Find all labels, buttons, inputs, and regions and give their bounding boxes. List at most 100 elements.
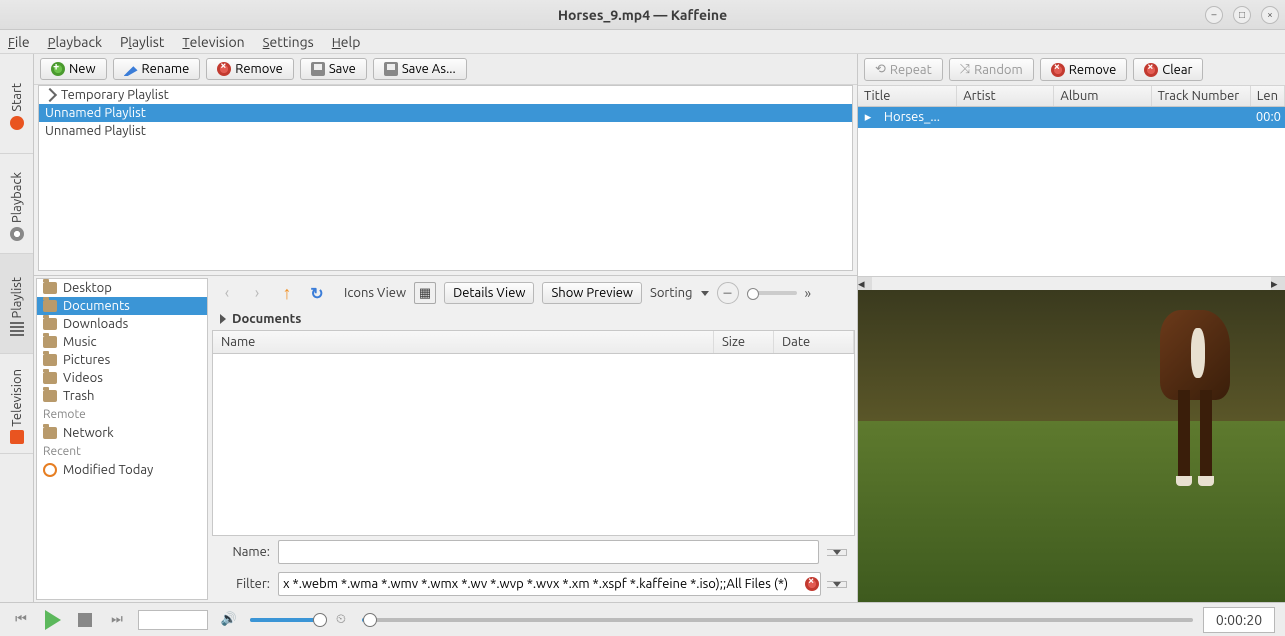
timer-button[interactable]: ⏲ <box>330 609 352 631</box>
playlist-row[interactable]: Unnamed Playlist <box>39 104 852 122</box>
filter-input[interactable] <box>278 572 821 596</box>
place-desktop[interactable]: Desktop <box>37 279 207 297</box>
up-arrow-icon: ↑ <box>283 283 292 304</box>
zoom-out-button[interactable]: － <box>717 282 739 304</box>
menu-playlist[interactable]: Playlist <box>120 34 164 50</box>
vtab-playback[interactable]: Playback <box>0 154 33 254</box>
menu-television[interactable]: Television <box>182 34 244 50</box>
icons-view-label[interactable]: Icons View <box>344 286 406 300</box>
clear-filter-icon[interactable] <box>805 577 819 591</box>
shuffle-icon: ⤨ <box>960 62 970 77</box>
sorting-button[interactable]: Sorting <box>650 286 693 300</box>
window-title: Horses_9.mp4 — Kaffeine <box>558 7 727 23</box>
breadcrumb[interactable]: Documents <box>212 308 855 330</box>
remove-track-button[interactable]: Remove <box>1040 58 1128 81</box>
maximize-button[interactable]: □ <box>1233 6 1251 24</box>
nav-back-button[interactable]: ‹ <box>216 282 238 304</box>
stop-icon <box>78 613 92 627</box>
chevron-down-icon <box>701 291 709 296</box>
col-title[interactable]: Title <box>858 86 957 106</box>
folder-icon <box>43 282 57 294</box>
remove-button[interactable]: Remove <box>206 58 294 80</box>
tv-icon <box>10 430 24 444</box>
playlist-row[interactable]: Unnamed Playlist <box>39 122 852 140</box>
menu-settings[interactable]: Settings <box>263 34 314 50</box>
plus-icon <box>51 62 65 76</box>
folder-icon <box>43 390 57 402</box>
track-table[interactable]: Title Artist Album Track Number Len ▸ Ho… <box>858 86 1285 290</box>
save-icon <box>384 62 398 76</box>
places-panel[interactable]: Desktop Documents Downloads Music Pictur… <box>36 278 208 600</box>
column-date[interactable]: Date <box>774 331 854 353</box>
place-modified-today[interactable]: Modified Today <box>37 461 207 479</box>
playlist-row[interactable]: Temporary Playlist <box>39 86 852 104</box>
volume-slider[interactable] <box>250 618 320 622</box>
playlist-list[interactable]: Temporary Playlist Unnamed Playlist Unna… <box>38 85 853 271</box>
video-preview <box>858 290 1285 602</box>
col-trackno[interactable]: Track Number <box>1152 86 1251 106</box>
pen-icon <box>124 62 138 76</box>
show-preview-button[interactable]: Show Preview <box>542 282 642 304</box>
place-pictures[interactable]: Pictures <box>37 351 207 369</box>
name-input[interactable] <box>278 540 819 564</box>
view-mode-icon[interactable]: ▦ <box>414 282 436 304</box>
nav-up-button[interactable]: ↑ <box>276 282 298 304</box>
col-artist[interactable]: Artist <box>957 86 1054 106</box>
place-videos[interactable]: Videos <box>37 369 207 387</box>
skip-forward-button[interactable]: ⏭ <box>106 609 128 631</box>
new-button[interactable]: New <box>40 58 107 80</box>
vtab-start[interactable]: Start <box>0 54 33 154</box>
volume-icon[interactable]: 🔊 <box>218 609 240 631</box>
place-downloads[interactable]: Downloads <box>37 315 207 333</box>
place-network[interactable]: Network <box>37 424 207 442</box>
play-button[interactable] <box>42 609 64 631</box>
player-bar: ⏮ ⏭ 🔊 ⏲ 0:00:20 <box>0 602 1285 636</box>
repeat-button[interactable]: ⟲Repeat <box>864 58 943 81</box>
column-name[interactable]: Name <box>213 331 714 353</box>
details-view-button[interactable]: Details View <box>444 282 534 304</box>
filter-dropdown[interactable] <box>827 581 847 588</box>
nav-reload-button[interactable]: ↻ <box>306 282 328 304</box>
save-as-button[interactable]: Save As... <box>373 58 467 80</box>
place-trash[interactable]: Trash <box>37 387 207 405</box>
rename-button[interactable]: Rename <box>113 58 201 80</box>
remove-icon <box>217 62 231 76</box>
place-documents[interactable]: Documents <box>37 297 207 315</box>
zoom-slider[interactable] <box>747 291 797 295</box>
col-length[interactable]: Len <box>1251 86 1285 106</box>
save-icon <box>311 62 325 76</box>
menu-help[interactable]: Help <box>332 34 361 50</box>
random-button[interactable]: ⤨Random <box>949 58 1034 81</box>
close-button[interactable]: × <box>1261 6 1279 24</box>
save-button[interactable]: Save <box>300 58 367 80</box>
menu-playback[interactable]: Playback <box>48 34 102 50</box>
play-icon <box>45 610 61 630</box>
table-row[interactable]: ▸ Horses_... 00:0 <box>858 107 1285 128</box>
minimize-button[interactable]: – <box>1205 6 1223 24</box>
vtab-television[interactable]: Television <box>0 354 33 454</box>
file-list[interactable]: Name Size Date <box>212 330 855 536</box>
nav-forward-button[interactable]: › <box>246 282 268 304</box>
skip-back-button[interactable]: ⏮ <box>10 609 32 631</box>
place-music[interactable]: Music <box>37 333 207 351</box>
remove-icon <box>1051 63 1065 77</box>
folder-icon <box>43 336 57 348</box>
aspect-selector[interactable] <box>138 610 208 630</box>
filter-label: Filter: <box>220 577 270 591</box>
horizontal-scrollbar[interactable]: ◂▸ <box>858 276 1285 290</box>
expand-icon[interactable]: » <box>805 285 812 301</box>
menu-file[interactable]: File <box>8 34 30 50</box>
name-dropdown[interactable] <box>827 549 847 556</box>
progress-slider[interactable] <box>362 618 1193 622</box>
time-display: 0:00:20 <box>1203 607 1275 633</box>
column-size[interactable]: Size <box>714 331 774 353</box>
disc-icon <box>10 227 24 241</box>
folder-icon <box>43 354 57 366</box>
folder-icon <box>43 318 57 330</box>
fileview-toolbar: ‹ › ↑ ↻ Icons View ▦ Details View Show P… <box>212 278 855 308</box>
stop-button[interactable] <box>74 609 96 631</box>
col-album[interactable]: Album <box>1054 86 1151 106</box>
clear-button[interactable]: Clear <box>1133 58 1203 81</box>
vtab-playlist[interactable]: Playlist <box>0 254 33 354</box>
play-indicator-icon: ▸ <box>858 107 878 128</box>
